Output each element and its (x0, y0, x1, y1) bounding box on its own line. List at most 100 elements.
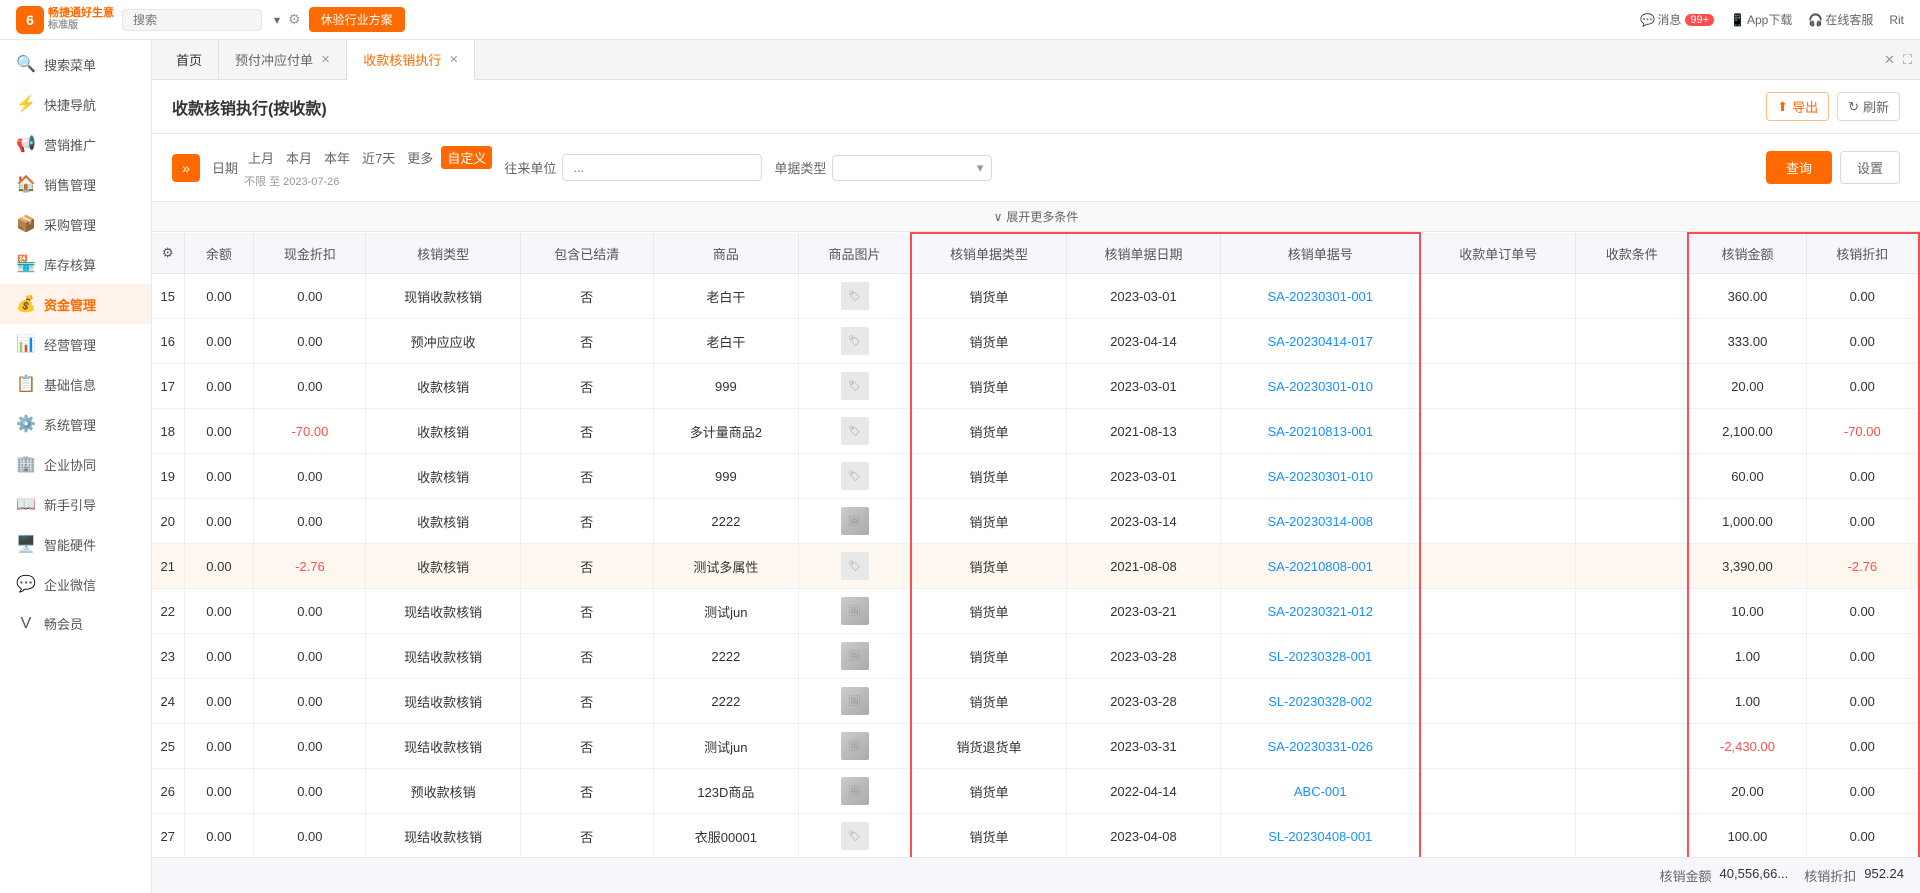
td-balance: 0.00 (184, 409, 254, 454)
td-verify-discount: 0.00 (1806, 814, 1919, 858)
td-verify-doc-no: SA-20230414-017 (1221, 319, 1421, 364)
td-receipt-order-no (1420, 589, 1575, 634)
industry-solution-dropdown[interactable]: ▾ (270, 13, 280, 27)
date-btn-last-month[interactable]: 上月 (244, 146, 278, 169)
td-verify-doc-type: 销货单 (911, 589, 1066, 634)
verify-doc-no-link[interactable]: SA-20230301-010 (1267, 379, 1373, 394)
chevron-down-icon: ▾ (274, 13, 280, 27)
collection-tab-close-icon[interactable]: ✕ (449, 53, 458, 66)
date-btn-more[interactable]: 更多 (403, 146, 437, 169)
verify-doc-no-link[interactable]: SL-20230408-001 (1268, 829, 1372, 844)
global-search-input[interactable] (122, 9, 262, 31)
expand-more-conditions[interactable]: ∨ 展开更多条件 (152, 202, 1920, 232)
td-product-img: 🏷 (798, 409, 911, 454)
product-thumbnail: 🖼 (841, 507, 869, 535)
td-receipt-condition (1576, 814, 1689, 858)
th-cash-discount: 现金折扣 (254, 233, 366, 274)
td-verify-discount: -2.76 (1806, 544, 1919, 589)
tab-home[interactable]: 首页 (160, 40, 219, 80)
refresh-button[interactable]: ↻ 刷新 (1837, 92, 1900, 121)
query-button[interactable]: 查询 (1766, 151, 1832, 184)
verify-doc-no-link[interactable]: SA-20230414-017 (1267, 334, 1373, 349)
td-product: 2222 (653, 499, 798, 544)
sidebar-item-operations[interactable]: 📊 经营管理 (0, 324, 151, 364)
sidebar-item-basic-info[interactable]: 📋 基础信息 (0, 364, 151, 404)
td-verify-discount: -70.00 (1806, 409, 1919, 454)
td-verify-amount: 1,000.00 (1688, 499, 1806, 544)
verify-doc-no-link[interactable]: SA-20210808-001 (1267, 559, 1373, 574)
sidebar-item-wechat[interactable]: 💬 企业微信 (0, 564, 151, 604)
sidebar-item-inventory[interactable]: 🏪 库存核算 (0, 244, 151, 284)
verify-doc-no-link[interactable]: SA-20230331-026 (1267, 739, 1373, 754)
app-download-area[interactable]: 📱 App下载 (1730, 11, 1792, 28)
sidebar-item-purchase[interactable]: 📦 采购管理 (0, 204, 151, 244)
tab-collection[interactable]: 收款核销执行 ✕ (347, 40, 475, 80)
td-verify-amount: 10.00 (1688, 589, 1806, 634)
online-service-area[interactable]: 🎧 在线客服 (1808, 11, 1873, 28)
td-receipt-condition (1576, 769, 1689, 814)
sidebar-item-search-menu[interactable]: 🔍 搜索菜单 (0, 44, 151, 84)
sidebar-item-finance[interactable]: 💰 资金管理 (0, 284, 151, 324)
book-icon: 📖 (16, 494, 36, 514)
settings-icon: ⚙️ (16, 414, 36, 434)
message-area[interactable]: 💬 消息 99+ (1640, 11, 1714, 28)
td-receipt-condition (1576, 544, 1689, 589)
product-thumbnail: 🏷 (841, 282, 869, 310)
td-verify-amount: -2,430.00 (1688, 724, 1806, 769)
filter-expand-button[interactable]: » (172, 154, 200, 182)
date-btn-custom[interactable]: 自定义 (441, 146, 492, 169)
sidebar-item-guide[interactable]: 📖 新手引导 (0, 484, 151, 524)
th-settings[interactable]: ⚙ (152, 233, 184, 274)
gear-icon[interactable]: ⚙ (288, 11, 301, 28)
product-thumbnail: 🖼 (841, 642, 869, 670)
td-balance: 0.00 (184, 589, 254, 634)
td-balance: 0.00 (184, 724, 254, 769)
sidebar-item-quick-nav[interactable]: ⚡ 快捷导航 (0, 84, 151, 124)
sidebar-item-vip[interactable]: V 畅会员 (0, 604, 151, 643)
verify-doc-no-link[interactable]: ABC-001 (1294, 784, 1347, 799)
industry-solution-button[interactable]: 休验行业方案 (309, 7, 405, 32)
date-btn-this-month[interactable]: 本月 (282, 146, 316, 169)
td-product-img: 🖼 (798, 634, 911, 679)
user-area[interactable]: Rit (1889, 13, 1904, 27)
close-window-icon[interactable]: ✕ (1884, 52, 1895, 68)
verify-doc-no-link[interactable]: SA-20230301-010 (1267, 469, 1373, 484)
sidebar-item-system[interactable]: ⚙️ 系统管理 (0, 404, 151, 444)
doc-type-select-wrapper[interactable]: ▾ (832, 155, 992, 181)
td-verify-type: 现结收款核销 (366, 634, 520, 679)
date-btn-7days[interactable]: 近7天 (358, 146, 399, 169)
sidebar-item-enterprise[interactable]: 🏢 企业协同 (0, 444, 151, 484)
verify-doc-no-link[interactable]: SA-20230321-012 (1267, 604, 1373, 619)
td-include-settled: 否 (520, 409, 653, 454)
maximize-icon[interactable]: ⛶ (1903, 52, 1912, 68)
td-product-img: 🏷 (798, 544, 911, 589)
td-verify-doc-type: 销货单 (911, 544, 1066, 589)
prepay-tab-close-icon[interactable]: ✕ (321, 53, 330, 66)
sidebar-item-marketing[interactable]: 📢 营销推广 (0, 124, 151, 164)
td-product-img: 🖼 (798, 589, 911, 634)
export-button[interactable]: ⬆ 导出 (1766, 92, 1829, 121)
td-product: 测试jun (653, 589, 798, 634)
td-verify-type: 收款核销 (366, 499, 520, 544)
td-include-settled: 否 (520, 454, 653, 499)
settings-button[interactable]: 设置 (1840, 151, 1900, 184)
sidebar-item-sales[interactable]: 🏠 销售管理 (0, 164, 151, 204)
verify-doc-no-link[interactable]: SL-20230328-002 (1268, 694, 1372, 709)
table-row: 15 0.00 0.00 现销收款核销 否 老白干 🏷 销货单 2023-03-… (152, 274, 1919, 319)
verify-doc-no-link[interactable]: SA-20230314-008 (1267, 514, 1373, 529)
prepay-tab-label: 预付冲应付单 (235, 50, 313, 69)
verify-doc-no-link[interactable]: SL-20230328-001 (1268, 649, 1372, 664)
date-btn-this-year[interactable]: 本年 (320, 146, 354, 169)
table-container[interactable]: ⚙ 余额 现金折扣 核销类型 包含已结清 商品 商品图片 核销单据类型 核销单据… (152, 232, 1920, 857)
verify-doc-no-link[interactable]: SA-20210813-001 (1267, 424, 1373, 439)
chevron-down-icon: ▾ (977, 160, 984, 176)
refresh-icon: ↻ (1848, 99, 1859, 115)
partner-input[interactable] (562, 154, 762, 181)
logo-icon: 6 (16, 6, 44, 34)
sidebar-item-smart-hw[interactable]: 🖥️ 智能硬件 (0, 524, 151, 564)
td-row-no: 21 (152, 544, 184, 589)
tab-prepay[interactable]: 预付冲应付单 ✕ (219, 40, 347, 80)
finance-icon: 💰 (16, 294, 36, 314)
verify-doc-no-link[interactable]: SA-20230301-001 (1267, 289, 1373, 304)
sidebar-label-wechat: 企业微信 (44, 575, 96, 594)
